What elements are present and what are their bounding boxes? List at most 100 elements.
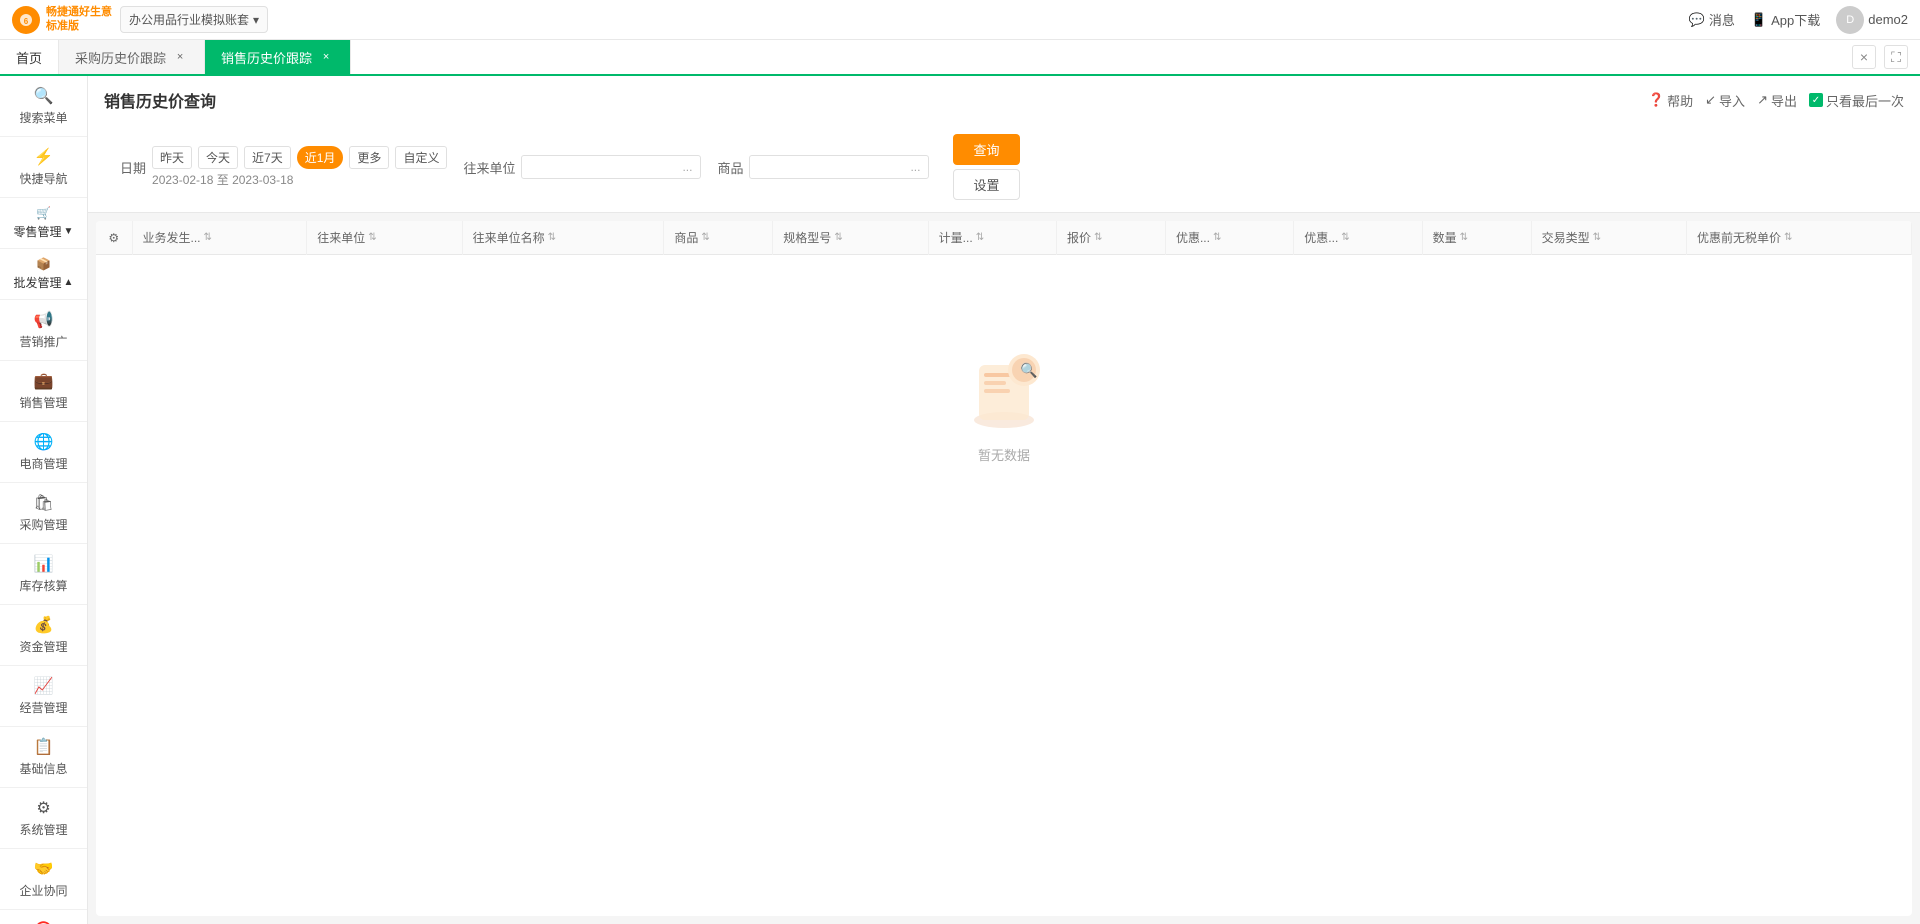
sidebar-item-ecommerce[interactable]: 🌐 电商管理 bbox=[0, 422, 87, 483]
sort-icon-counterpart-code: ⇅ bbox=[368, 232, 376, 243]
content-area: 销售历史价查询 ❓ 帮助 ↙ 导入 ↗ 导出 bbox=[88, 76, 1920, 924]
import-btn[interactable]: ↙ 导入 bbox=[1705, 91, 1745, 110]
sidebar-item-retail[interactable]: 🛒 零售管理 ▼ bbox=[0, 198, 87, 249]
sort-icon-pre-tax-price: ⇅ bbox=[1784, 232, 1792, 243]
basic-icon: 📋 bbox=[34, 737, 54, 757]
logo-text: 畅捷通好生意 标准版 bbox=[46, 6, 112, 32]
inventory-icon: 📊 bbox=[34, 554, 54, 574]
svg-text:🔍: 🔍 bbox=[1020, 361, 1037, 379]
sidebar-item-inventory[interactable]: 📊 库存核算 bbox=[0, 544, 87, 605]
table-col-discount2[interactable]: 优惠... ⇅ bbox=[1294, 221, 1422, 255]
sidebar-item-operation[interactable]: 📈 经营管理 bbox=[0, 666, 87, 727]
sort-icon-spec: ⇅ bbox=[834, 232, 842, 243]
purchase-icon: 🛍 bbox=[33, 493, 53, 513]
only-last-checkbox-area[interactable]: 只看最后一次 bbox=[1809, 91, 1904, 110]
counterpart-input[interactable]: ... bbox=[521, 155, 701, 179]
app-download-btn[interactable]: 📱 App下载 bbox=[1751, 10, 1820, 29]
table-area: ⚙ 业务发生... ⇅ 往来单位 ⇅ bbox=[96, 221, 1912, 916]
search-button[interactable]: 查询 bbox=[953, 134, 1019, 165]
tabbar-actions: × ⛶ bbox=[1852, 40, 1920, 74]
sidebar-item-search[interactable]: 🔍 搜索菜单 bbox=[0, 76, 87, 137]
sidebar-item-quick[interactable]: ⚡ 快捷导航 bbox=[0, 137, 87, 198]
app-selector[interactable]: 办公用品行业模拟账套 ▾ bbox=[120, 6, 268, 33]
table-col-spec[interactable]: 规格型号 ⇅ bbox=[773, 221, 928, 255]
sort-icon-quantity: ⇅ bbox=[1460, 232, 1468, 243]
table-col-goods[interactable]: 商品 ⇅ bbox=[664, 221, 773, 255]
help-btn[interactable]: ❓ 帮助 bbox=[1648, 91, 1693, 110]
filter-area: 日期 昨天 今天 近7天 近1月 更多 自定义 2023-02-18 至 202… bbox=[104, 124, 1904, 212]
finance-icon: 💰 bbox=[34, 615, 54, 635]
setting-button[interactable]: 设置 bbox=[953, 169, 1019, 200]
date-btn-today[interactable]: 今天 bbox=[198, 146, 238, 169]
date-btn-7days[interactable]: 近7天 bbox=[244, 146, 291, 169]
export-btn[interactable]: ↗ 导出 bbox=[1757, 91, 1797, 110]
marketing-icon: 📢 bbox=[34, 310, 54, 330]
counterpart-filter-group: 往来单位 ... bbox=[463, 155, 701, 179]
sidebar-item-marketing[interactable]: 📢 营销推广 bbox=[0, 300, 87, 361]
date-filter-lines: 昨天 今天 近7天 近1月 更多 自定义 2023-02-18 至 2023-0… bbox=[152, 146, 447, 188]
table-header-row: ⚙ 业务发生... ⇅ 往来单位 ⇅ bbox=[96, 221, 1912, 255]
date-filter-group: 日期 昨天 今天 近7天 近1月 更多 自定义 2023-02-18 至 202… bbox=[120, 146, 447, 188]
expand-btn[interactable]: ⛶ bbox=[1884, 45, 1908, 69]
table-col-quantity[interactable]: 数量 ⇅ bbox=[1422, 221, 1531, 255]
sidebar-item-purchase[interactable]: 🛍 采购管理 bbox=[0, 483, 87, 544]
guide-icon: 🎯 bbox=[34, 920, 54, 924]
table-col-counterpart-code[interactable]: 往来单位 ⇅ bbox=[307, 221, 462, 255]
date-btn-1month[interactable]: 近1月 bbox=[297, 146, 344, 169]
table-col-unit[interactable]: 计量... ⇅ bbox=[928, 221, 1056, 255]
sort-icon-discount2: ⇅ bbox=[1341, 232, 1349, 243]
close-all-tabs-btn[interactable]: × bbox=[1852, 45, 1876, 69]
tab-sales-history[interactable]: 销售历史价跟踪 × bbox=[205, 40, 351, 74]
only-last-checkbox[interactable] bbox=[1809, 93, 1823, 107]
table-col-biz-date[interactable]: 业务发生... ⇅ bbox=[132, 221, 307, 255]
table-col-counterpart-name[interactable]: 往来单位名称 ⇅ bbox=[462, 221, 664, 255]
retail-icon: 🛒 bbox=[36, 206, 51, 220]
page-title-row: 销售历史价查询 ❓ 帮助 ↙ 导入 ↗ 导出 bbox=[104, 88, 1904, 112]
sales-icon: 💼 bbox=[34, 371, 54, 391]
table-col-pre-tax-price[interactable]: 优惠前无税单价 ⇅ bbox=[1686, 221, 1911, 255]
search-icon: 🔍 bbox=[34, 86, 54, 106]
tab-close-purchase[interactable]: × bbox=[172, 49, 188, 65]
sidebar-item-basic[interactable]: 📋 基础信息 bbox=[0, 727, 87, 788]
sort-icon-discount1: ⇅ bbox=[1213, 232, 1221, 243]
chevron-down-icon: ▾ bbox=[253, 13, 259, 27]
tab-purchase-history[interactable]: 采购历史价跟踪 × bbox=[59, 40, 205, 74]
main-layout: 🔍 搜索菜单 ⚡ 快捷导航 🛒 零售管理 ▼ 📦 批发管理 ▲ 📢 营销推广 bbox=[0, 76, 1920, 924]
logo-area: 6 畅捷通好生意 标准版 bbox=[12, 6, 112, 34]
date-btn-custom[interactable]: 自定义 bbox=[395, 146, 447, 169]
table-col-trade-type[interactable]: 交易类型 ⇅ bbox=[1531, 221, 1686, 255]
user-menu[interactable]: D demo2 bbox=[1836, 6, 1908, 34]
sidebar-item-sales[interactable]: 💼 销售管理 bbox=[0, 361, 87, 422]
topbar-right: 💬 消息 📱 App下载 D demo2 bbox=[1689, 6, 1908, 34]
tab-home[interactable]: 首页 bbox=[0, 40, 59, 74]
svg-text:6: 6 bbox=[24, 17, 29, 26]
topbar: 6 畅捷通好生意 标准版 办公用品行业模拟账套 ▾ 💬 消息 📱 App下载 D… bbox=[0, 0, 1920, 40]
operation-icon: 📈 bbox=[34, 676, 54, 696]
sort-icon-goods: ⇅ bbox=[701, 232, 709, 243]
goods-input[interactable]: ... bbox=[749, 155, 929, 179]
tab-close-sales[interactable]: × bbox=[318, 49, 334, 65]
table-col-quoted-price[interactable]: 报价 ⇅ bbox=[1056, 221, 1165, 255]
ecommerce-icon: 🌐 bbox=[34, 432, 54, 452]
sidebar: 🔍 搜索菜单 ⚡ 快捷导航 🛒 零售管理 ▼ 📦 批发管理 ▲ 📢 营销推广 bbox=[0, 76, 88, 924]
sidebar-item-system[interactable]: ⚙ 系统管理 bbox=[0, 788, 87, 849]
system-icon: ⚙ bbox=[36, 798, 50, 818]
sidebar-item-enterprise[interactable]: 🤝 企业协同 bbox=[0, 849, 87, 910]
sidebar-item-finance[interactable]: 💰 资金管理 bbox=[0, 605, 87, 666]
message-btn[interactable]: 💬 消息 bbox=[1689, 10, 1735, 29]
empty-illustration: 🔍 bbox=[954, 335, 1054, 435]
date-btn-yesterday[interactable]: 昨天 bbox=[152, 146, 192, 169]
goods-dots: ... bbox=[910, 160, 920, 174]
chevron-up-icon: ▲ bbox=[64, 277, 74, 288]
filter-action-btns: 查询 设置 bbox=[953, 134, 1019, 200]
table-col-settings[interactable]: ⚙ bbox=[96, 221, 132, 255]
import-icon: ↙ bbox=[1705, 92, 1716, 108]
table-col-discount1[interactable]: 优惠... ⇅ bbox=[1165, 221, 1293, 255]
counterpart-dots: ... bbox=[682, 160, 692, 174]
sidebar-item-guide[interactable]: 🎯 新手引导 bbox=[0, 910, 87, 924]
download-icon: 📱 bbox=[1751, 12, 1767, 28]
sort-icon-trade-type: ⇅ bbox=[1593, 232, 1601, 243]
goods-filter-group: 商品 ... bbox=[717, 155, 929, 179]
sidebar-item-wholesale[interactable]: 📦 批发管理 ▲ bbox=[0, 249, 87, 300]
date-btn-more[interactable]: 更多 bbox=[349, 146, 389, 169]
